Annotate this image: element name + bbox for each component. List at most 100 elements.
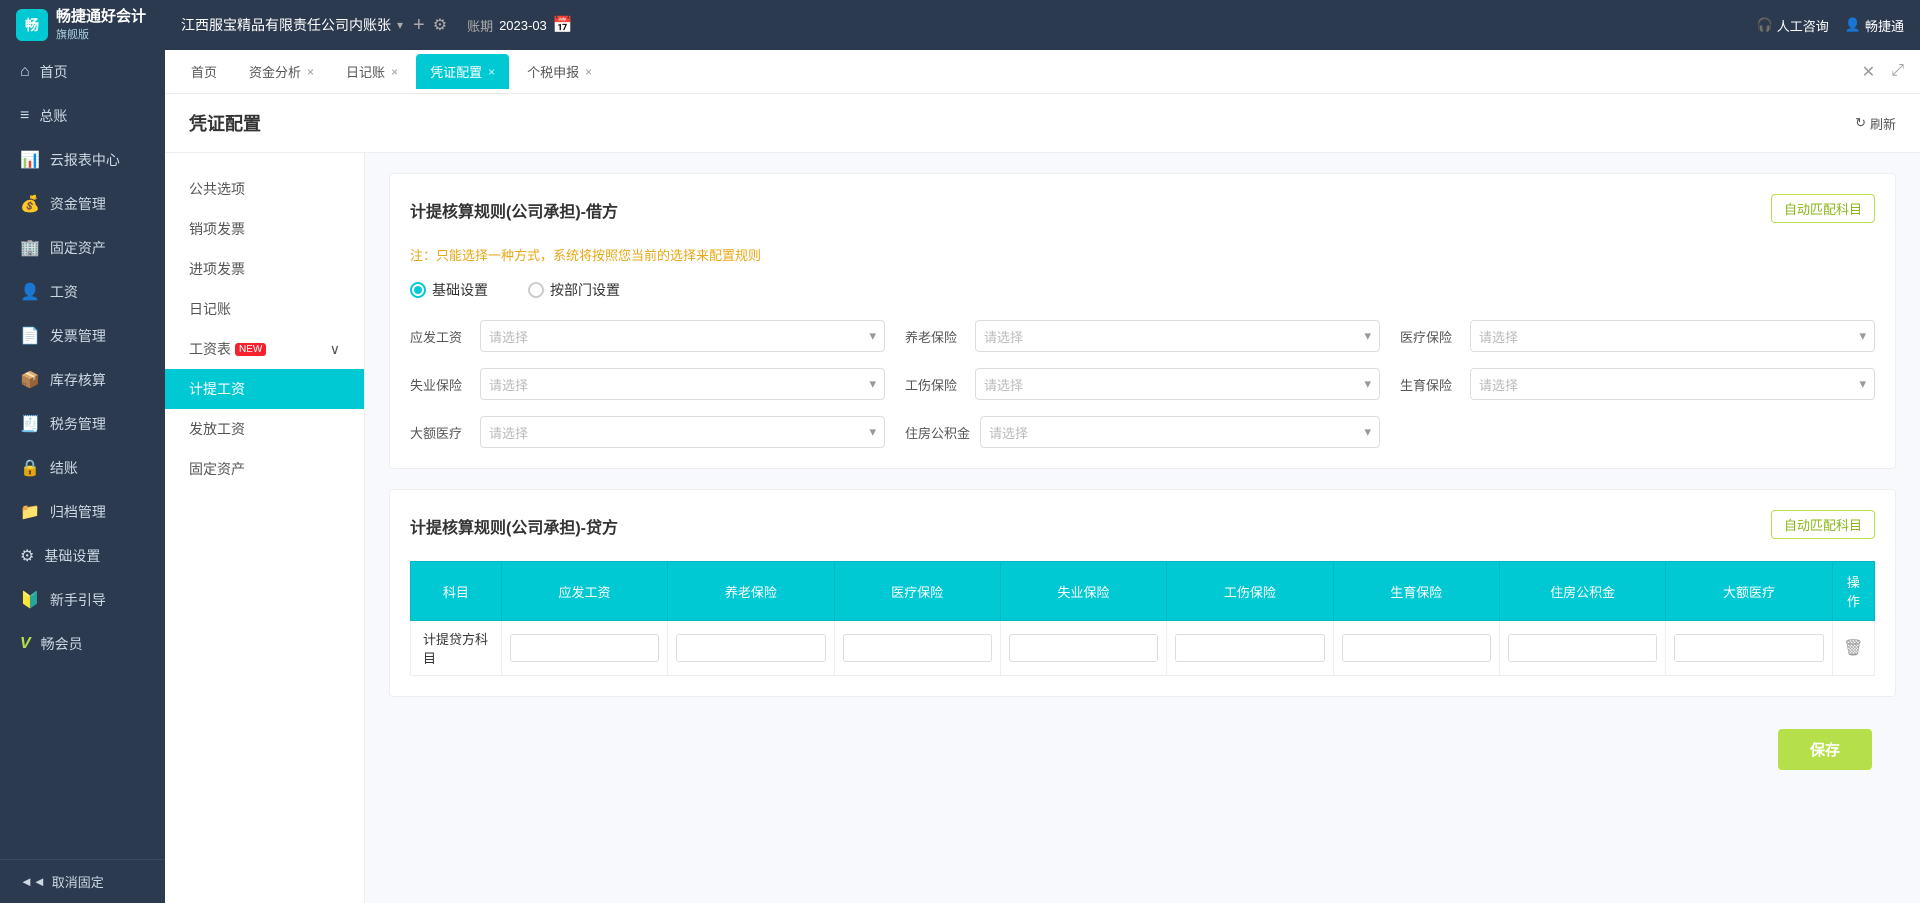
sidebar-label-archive: 归档管理	[50, 502, 106, 522]
credit-section-header: 计提核算规则(公司承担)-贷方 自动匹配科目	[410, 510, 1875, 551]
select-medical[interactable]: 请选择 ▾	[1470, 320, 1875, 352]
sidebar-item-guide[interactable]: 🔰 新手引导	[0, 578, 165, 622]
user-name: 畅捷通	[1865, 16, 1904, 35]
avatar-icon: 👤	[1845, 17, 1861, 33]
settings-icon[interactable]: ⚙	[433, 15, 447, 35]
sidebar-item-tax[interactable]: 🧾 税务管理	[0, 402, 165, 446]
input-medical[interactable]	[843, 634, 992, 662]
tab-tax[interactable]: 个税申报 ×	[513, 54, 606, 89]
account-period: 账期 2023-03 📅	[467, 15, 573, 35]
cell-injury	[1167, 621, 1333, 676]
credit-auto-match-button[interactable]: 自动匹配科目	[1771, 510, 1875, 539]
add-tab-button[interactable]: +	[413, 14, 425, 37]
debit-section-header: 计提核算规则(公司承担)-借方 自动匹配科目	[410, 194, 1875, 235]
content-area: 首页 资金分析 × 日记账 × 凭证配置 × 个税申报 × ✕ ⤢	[165, 50, 1920, 903]
subnav-sales[interactable]: 销项发票	[165, 209, 364, 249]
new-badge: NEW	[235, 343, 266, 356]
placeholder-large-medical: 请选择	[489, 423, 528, 442]
input-unemployment[interactable]	[1009, 634, 1158, 662]
col-housing: 住房公积金	[1499, 562, 1665, 621]
user-account-button[interactable]: 👤 畅捷通	[1845, 16, 1904, 35]
sidebar-label-guide: 新手引导	[50, 590, 106, 610]
input-injury[interactable]	[1175, 634, 1324, 662]
sidebar-item-settings[interactable]: ⚙ 基础设置	[0, 534, 165, 578]
input-pension[interactable]	[676, 634, 825, 662]
select-maternity[interactable]: 请选择 ▾	[1470, 368, 1875, 400]
tab-home[interactable]: 首页	[177, 54, 231, 89]
tab-home-label: 首页	[191, 62, 217, 81]
chevron-down-icon: ▾	[397, 18, 403, 32]
debit-form-grid: 应发工资 请选择 ▾ 养老保险 请选择 ▾	[410, 320, 1875, 448]
debit-section: 计提核算规则(公司承担)-借方 自动匹配科目 注：只能选择一种方式，系统将按照您…	[389, 173, 1896, 469]
subnav-fixed-assets[interactable]: 固定资产	[165, 449, 364, 489]
sidebar-item-ledger[interactable]: ≡ 总账	[0, 94, 165, 138]
close-window-icon[interactable]: ✕	[1858, 58, 1879, 86]
company-selector[interactable]: 江西服宝精品有限责任公司内账张 ▾	[181, 15, 403, 35]
radio-dept[interactable]: 按部门设置	[528, 280, 620, 300]
select-pension[interactable]: 请选择 ▾	[975, 320, 1380, 352]
select-large-medical-arrow: ▾	[869, 424, 876, 440]
page-title: 凭证配置	[189, 110, 261, 136]
sidebar-item-capital[interactable]: 💰 资金管理	[0, 182, 165, 226]
tab-voucher[interactable]: 凭证配置 ×	[416, 54, 509, 89]
debit-auto-match-button[interactable]: 自动匹配科目	[1771, 194, 1875, 223]
select-large-medical[interactable]: 请选择 ▾	[480, 416, 885, 448]
expand-icon[interactable]: ⤢	[1887, 58, 1908, 86]
main-layout: ⌂ 首页 ≡ 总账 📊 云报表中心 💰 资金管理 🏢 固定资产 👤 工资 📄 发…	[0, 50, 1920, 903]
refresh-button[interactable]: ↻ 刷新	[1855, 114, 1896, 133]
save-bar: 保存	[389, 717, 1896, 782]
subnav-public[interactable]: 公共选项	[165, 169, 364, 209]
sidebar-item-salary[interactable]: 👤 工资	[0, 270, 165, 314]
calendar-icon[interactable]: 📅	[553, 15, 573, 35]
subnav-journal[interactable]: 日记账	[165, 289, 364, 329]
select-injury[interactable]: 请选择 ▾	[975, 368, 1380, 400]
cancel-pin-button[interactable]: ◄◄ 取消固定	[0, 859, 165, 903]
tab-tax-close[interactable]: ×	[585, 65, 592, 79]
sidebar-item-archive[interactable]: 📁 归档管理	[0, 490, 165, 534]
tab-capital[interactable]: 资金分析 ×	[235, 54, 328, 89]
archive-icon: 📁	[20, 502, 40, 522]
period-label: 账期	[467, 16, 493, 35]
tab-journal-close[interactable]: ×	[391, 65, 398, 79]
debit-notice: 注：只能选择一种方式，系统将按照您当前的选择来配置规则	[410, 245, 1875, 264]
sidebar-item-home[interactable]: ⌂ 首页	[0, 50, 165, 94]
select-pension-arrow: ▾	[1364, 328, 1371, 344]
home-icon: ⌂	[20, 63, 30, 81]
input-housing[interactable]	[1508, 634, 1657, 662]
sidebar-item-member[interactable]: V 畅会员	[0, 622, 165, 666]
label-housing: 住房公积金	[905, 423, 970, 442]
expand-subnav-icon: ∨	[330, 341, 340, 358]
tab-capital-close[interactable]: ×	[307, 65, 314, 79]
subnav-salary-table-label: 工资表	[189, 339, 231, 359]
cell-medical	[834, 621, 1000, 676]
subnav-purchase[interactable]: 进项发票	[165, 249, 364, 289]
consult-button[interactable]: 🎧 人工咨询	[1757, 16, 1829, 35]
select-gross-salary[interactable]: 请选择 ▾	[480, 320, 885, 352]
col-gross: 应发工资	[501, 562, 667, 621]
label-gross-salary: 应发工资	[410, 327, 470, 346]
tab-voucher-close[interactable]: ×	[488, 65, 495, 79]
sidebar-item-inventory[interactable]: 📦 库存核算	[0, 358, 165, 402]
field-housing: 住房公积金 请选择 ▾	[905, 416, 1380, 448]
tab-journal[interactable]: 日记账 ×	[332, 54, 412, 89]
save-button[interactable]: 保存	[1778, 729, 1872, 770]
label-medical: 医疗保险	[1400, 327, 1460, 346]
tab-tax-label: 个税申报	[527, 62, 579, 81]
consult-label: 人工咨询	[1777, 16, 1829, 35]
select-unemployment[interactable]: 请选择 ▾	[480, 368, 885, 400]
sidebar-item-close[interactable]: 🔒 结账	[0, 446, 165, 490]
sidebar-item-invoice[interactable]: 📄 发票管理	[0, 314, 165, 358]
radio-basic[interactable]: 基础设置	[410, 280, 488, 300]
sidebar-item-assets[interactable]: 🏢 固定资产	[0, 226, 165, 270]
subnav-salary-table[interactable]: 工资表 NEW ∨	[165, 329, 364, 369]
sidebar-item-reports[interactable]: 📊 云报表中心	[0, 138, 165, 182]
subnav-calc-salary[interactable]: 计提工资	[165, 369, 364, 409]
input-gross[interactable]	[510, 634, 659, 662]
subnav-pay-salary[interactable]: 发放工资	[165, 409, 364, 449]
tab-capital-label: 资金分析	[249, 62, 301, 81]
select-housing[interactable]: 请选择 ▾	[980, 416, 1380, 448]
input-large-medical[interactable]	[1674, 634, 1823, 662]
delete-row-button[interactable]: 🗑	[1843, 640, 1863, 657]
field-medical: 医疗保险 请选择 ▾	[1400, 320, 1875, 352]
input-maternity[interactable]	[1342, 634, 1491, 662]
